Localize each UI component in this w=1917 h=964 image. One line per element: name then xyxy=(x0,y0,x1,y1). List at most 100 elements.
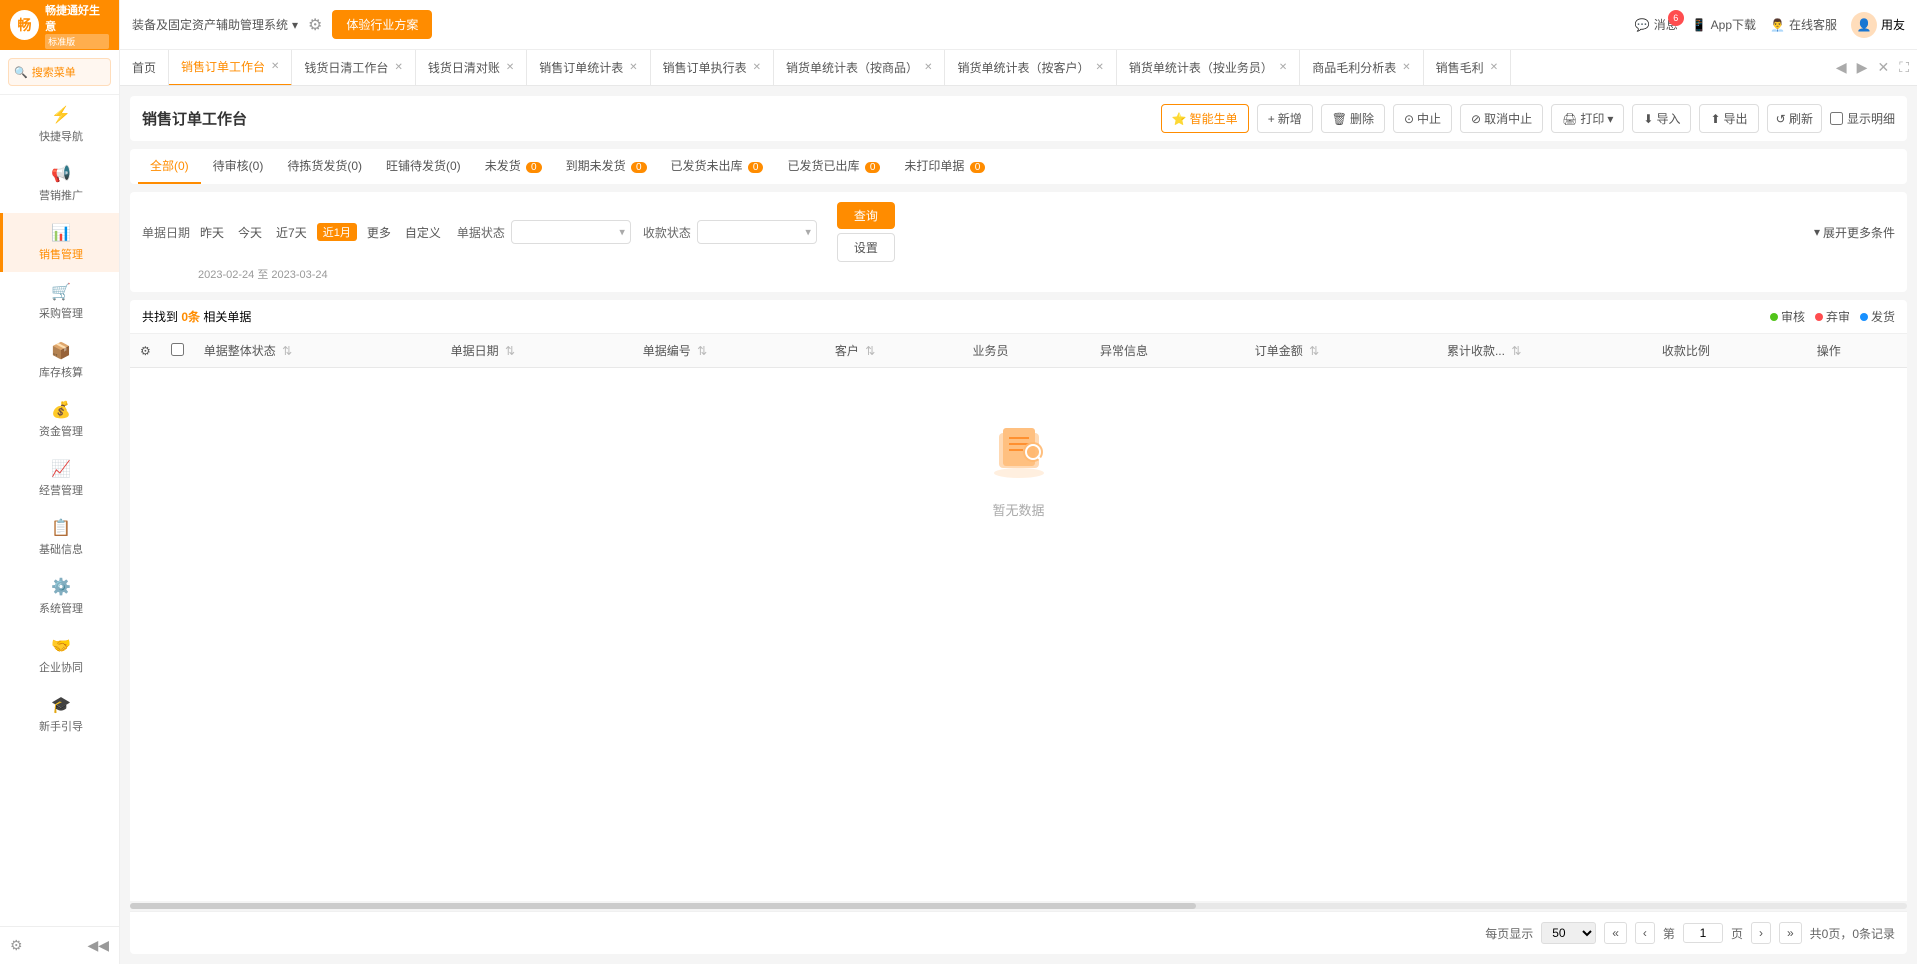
delete-button[interactable]: 🗑 删除 xyxy=(1321,104,1385,133)
sort-date-icon[interactable]: ⇅ xyxy=(505,344,515,358)
tab-scroll-left-icon[interactable]: ◀ xyxy=(1832,57,1851,78)
first-page-button[interactable]: « xyxy=(1604,922,1627,944)
tab-close-all-icon[interactable]: ✕ xyxy=(1873,57,1893,78)
sort-collected-icon[interactable]: ⇅ xyxy=(1511,344,1521,358)
tab-scroll-right-icon[interactable]: ▶ xyxy=(1853,57,1872,78)
sidebar-item-basic[interactable]: 📋 基础信息 xyxy=(0,508,119,567)
page-size-select[interactable]: 10 20 50 100 xyxy=(1541,922,1596,944)
subtab-expired[interactable]: 到期未发货 0 xyxy=(554,149,659,184)
sidebar-item-inventory[interactable]: 📦 库存核算 xyxy=(0,331,119,390)
sidebar-item-sales[interactable]: 📊 销售管理 xyxy=(0,213,119,272)
subtab-not-shipped[interactable]: 未发货 0 xyxy=(473,149,554,184)
scrollbar-thumb[interactable] xyxy=(130,903,1196,909)
collapse-sidebar-icon[interactable]: ◀◀ xyxy=(87,937,109,954)
tab-sales-stat-customer-close[interactable]: ✕ xyxy=(1095,62,1103,73)
status-select[interactable] xyxy=(511,220,631,244)
date-opt-1month[interactable]: 近1月 xyxy=(317,223,357,241)
export-button[interactable]: ⬆ 导出 xyxy=(1699,104,1758,133)
show-detail-checkbox[interactable] xyxy=(1830,112,1843,125)
search-menu-button[interactable]: 🔍 搜索菜单 xyxy=(8,58,111,86)
settings-bottom-icon[interactable]: ⚙ xyxy=(10,937,23,954)
subtab-wangpu[interactable]: 旺铺待发货(0) xyxy=(374,149,473,184)
tab-cash-reconcile-close[interactable]: ✕ xyxy=(506,62,514,73)
subtab-pending-delivery[interactable]: 待拣货发货(0) xyxy=(275,149,374,184)
date-opt-7days[interactable]: 近7天 xyxy=(272,222,311,243)
tab-sales-order[interactable]: 销售订单工作台 ✕ xyxy=(169,50,292,86)
pause-button[interactable]: ⊙ 中止 xyxy=(1393,104,1452,133)
settings-filter-button[interactable]: 设置 xyxy=(837,233,895,262)
subtab-all[interactable]: 全部(0) xyxy=(138,149,201,184)
tab-order-stat-close[interactable]: ✕ xyxy=(629,62,637,73)
query-button[interactable]: 查询 xyxy=(837,202,895,229)
col-amount: 订单金额 ⇅ xyxy=(1245,334,1437,368)
sort-amount-icon[interactable]: ⇅ xyxy=(1309,344,1319,358)
tab-expand-icon[interactable]: ⛶ xyxy=(1895,57,1913,78)
settings-icon[interactable]: ⚙ xyxy=(308,15,322,35)
sidebar-item-guide[interactable]: 🎓 新手引导 xyxy=(0,685,119,744)
unapprove-batch-button[interactable]: 弃审 xyxy=(1815,308,1850,325)
sidebar-item-operation[interactable]: 📈 经营管理 xyxy=(0,449,119,508)
next-page-button[interactable]: › xyxy=(1751,922,1771,944)
select-all-checkbox[interactable] xyxy=(171,343,184,356)
prev-page-button[interactable]: ‹ xyxy=(1635,922,1655,944)
solution-button[interactable]: 体验行业方案 xyxy=(332,10,432,39)
tab-sales-profit[interactable]: 销售毛利 ✕ xyxy=(1424,50,1511,86)
print-button[interactable]: 🖨 打印 ▾ xyxy=(1551,104,1624,133)
tab-profit-analysis[interactable]: 商品毛利分析表 ✕ xyxy=(1300,50,1423,86)
sidebar-item-finance[interactable]: 💰 资金管理 xyxy=(0,390,119,449)
sort-number-icon[interactable]: ⇅ xyxy=(697,344,707,358)
page-number-input[interactable] xyxy=(1683,923,1723,943)
sidebar-item-purchase[interactable]: 🛒 采购管理 xyxy=(0,272,119,331)
last-page-button[interactable]: » xyxy=(1779,922,1802,944)
payment-select[interactable] xyxy=(697,220,817,244)
system-title-dropdown[interactable]: 装备及固定资产辅助管理系统 ▾ xyxy=(132,16,298,33)
cancel-pause-button[interactable]: ⊘ 取消中止 xyxy=(1460,104,1543,133)
pagination-total: 共0页，0条记录 xyxy=(1810,925,1895,942)
tab-sales-stat-customer[interactable]: 销货单统计表（按客户） ✕ xyxy=(945,50,1116,86)
sidebar-item-marketing[interactable]: 📢 营销推广 xyxy=(0,154,119,213)
show-detail-checkbox-label[interactable]: 显示明细 xyxy=(1830,110,1895,127)
approve-batch-button[interactable]: 审核 xyxy=(1770,308,1805,325)
tab-sales-order-close[interactable]: ✕ xyxy=(271,61,279,72)
tab-home[interactable]: 首页 xyxy=(120,50,169,86)
horizontal-scrollbar[interactable] xyxy=(130,901,1907,911)
tab-sales-profit-close[interactable]: ✕ xyxy=(1490,62,1498,73)
tab-sales-stat-product-close[interactable]: ✕ xyxy=(924,62,932,73)
tab-sales-stat-product[interactable]: 销货单统计表（按商品） ✕ xyxy=(774,50,945,86)
sort-status-icon[interactable]: ⇅ xyxy=(282,344,292,358)
tab-cash-daily-close[interactable]: ✕ xyxy=(394,62,402,73)
smart-create-button[interactable]: ⭐ 智能生单 xyxy=(1161,104,1249,133)
tab-order-stat[interactable]: 销售订单统计表 ✕ xyxy=(527,50,650,86)
sort-customer-icon[interactable]: ⇅ xyxy=(865,344,875,358)
sidebar-item-corp[interactable]: 🤝 企业协同 xyxy=(0,626,119,685)
online-service-button[interactable]: 👨‍💼 在线客服 xyxy=(1770,16,1837,33)
subtab-shipped-out[interactable]: 已发货已出库 0 xyxy=(775,149,892,184)
message-button[interactable]: 💬 消息 6 xyxy=(1635,16,1678,33)
tab-order-exec-close[interactable]: ✕ xyxy=(753,62,761,73)
tab-cash-reconcile[interactable]: 钱货日清对账 ✕ xyxy=(416,50,527,86)
sidebar-item-system[interactable]: ⚙️ 系统管理 xyxy=(0,567,119,626)
col-settings-icon[interactable]: ⚙ xyxy=(140,344,151,358)
date-opt-today[interactable]: 今天 xyxy=(234,222,266,243)
user-menu[interactable]: 👤 用友 xyxy=(1851,12,1905,38)
date-opt-yesterday[interactable]: 昨天 xyxy=(196,222,228,243)
tab-sales-stat-staff[interactable]: 销货单统计表（按业务员） ✕ xyxy=(1117,50,1300,86)
import-button[interactable]: ⬇ 导入 xyxy=(1632,104,1691,133)
tab-cash-daily[interactable]: 钱货日清工作台 ✕ xyxy=(292,50,415,86)
status-filter: 单据状态 xyxy=(457,220,631,244)
tab-order-exec[interactable]: 销售订单执行表 ✕ xyxy=(651,50,774,86)
tab-profit-analysis-close[interactable]: ✕ xyxy=(1402,62,1410,73)
subtab-pending[interactable]: 待审核(0) xyxy=(201,149,276,184)
add-button[interactable]: + 新增 xyxy=(1257,104,1313,133)
expand-filter-button[interactable]: ▾ 展开更多条件 xyxy=(1814,224,1895,241)
refresh-button[interactable]: ↺ 刷新 xyxy=(1767,104,1822,133)
subtab-shipped-not-out[interactable]: 已发货未出库 0 xyxy=(659,149,776,184)
subtab-not-printed[interactable]: 未打印单据 0 xyxy=(892,149,997,184)
ship-batch-button[interactable]: 发货 xyxy=(1860,308,1895,325)
app-download-button[interactable]: 📱 App下载 xyxy=(1692,16,1756,33)
date-opt-more[interactable]: 更多 xyxy=(363,222,395,243)
sidebar-item-quicknav[interactable]: ⚡ 快捷导航 xyxy=(0,95,119,154)
star-icon: ⭐ xyxy=(1172,112,1187,126)
date-opt-custom[interactable]: 自定义 xyxy=(401,222,445,243)
tab-sales-stat-staff-close[interactable]: ✕ xyxy=(1279,62,1287,73)
